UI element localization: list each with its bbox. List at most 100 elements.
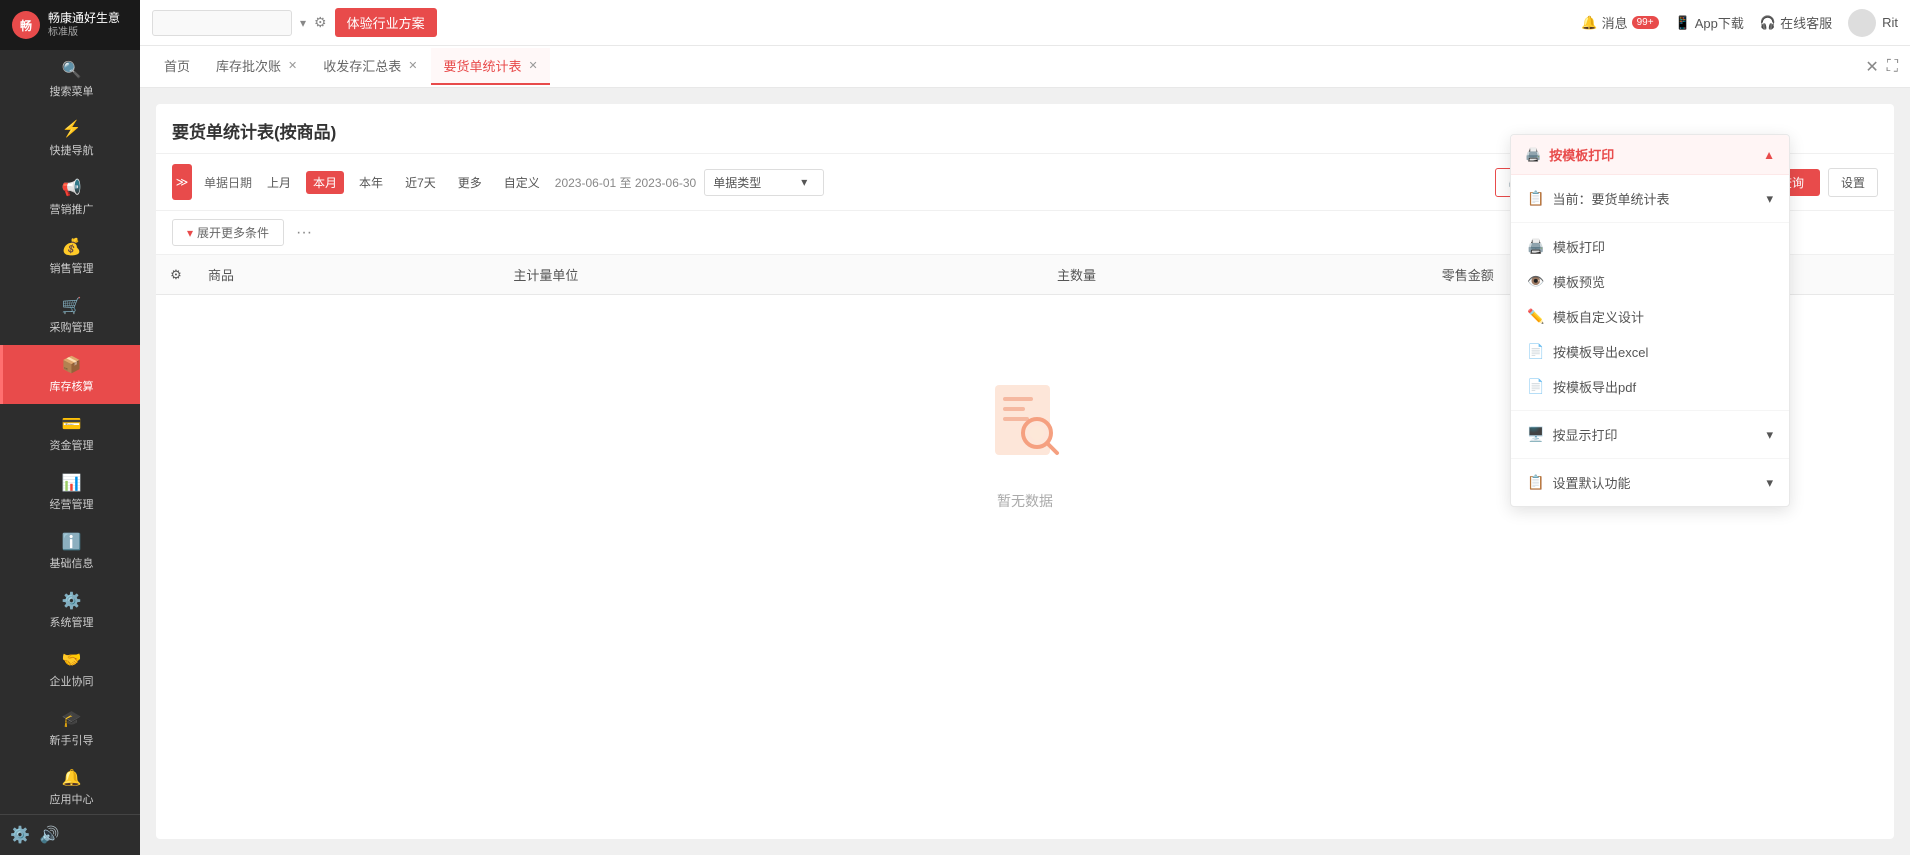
dropdown-arrow-icon[interactable]: ▾ <box>300 16 306 30</box>
box-icon: 📦 <box>62 355 82 375</box>
date-range-display: 2023-06-01 至 2023-06-30 <box>555 174 696 191</box>
tab-inventory-batch-close[interactable]: ✕ <box>288 59 297 72</box>
sidebar-item-quick-nav[interactable]: ⚡ 快捷导航 <box>0 109 140 168</box>
date-btn-this-month[interactable]: 本月 <box>306 171 344 194</box>
tab-receipts-summary[interactable]: 收发存汇总表 ✕ <box>311 48 429 85</box>
display-print-label: 按显示打印 <box>1552 425 1617 444</box>
sidebar-label-app-center: 应用中心 <box>50 791 94 807</box>
tab-home[interactable]: 首页 <box>152 48 202 85</box>
template-preview-label: 模板预览 <box>1553 272 1605 291</box>
sidebar-item-finance[interactable]: 💳 资金管理 <box>0 404 140 463</box>
flash-icon: ⚡ <box>62 119 82 139</box>
tab-receipts-summary-label: 收发存汇总表 <box>323 56 401 75</box>
date-btn-7days[interactable]: 近7天 <box>398 171 443 194</box>
tab-order-stats-close[interactable]: ✕ <box>529 59 538 72</box>
megaphone-icon: 📢 <box>62 178 82 198</box>
sidebar: 畅 畅康通好生意 标准版 🔍 搜索菜单 ⚡ 快捷导航 📢 营销推广 💰 销售管理… <box>0 0 140 855</box>
display-print-arrow-icon: ▾ <box>1766 427 1773 443</box>
settings-button[interactable]: 设置 <box>1828 168 1878 197</box>
dropdown-current-section: 📋 当前：要货单统计表 ▾ <box>1511 175 1789 223</box>
sidebar-item-search[interactable]: 🔍 搜索菜单 <box>0 50 140 109</box>
dropdown-collapse-icon[interactable]: ▲ <box>1763 148 1775 162</box>
tab-receipts-summary-close[interactable]: ✕ <box>408 59 417 72</box>
search-icon: 🔍 <box>62 60 82 80</box>
sidebar-label-enterprise: 企业协同 <box>50 673 94 689</box>
headset-icon: 🎧 <box>1760 15 1776 31</box>
dropdown-header: 🖨️ 按模板打印 ▲ <box>1511 135 1789 175</box>
online-service-button[interactable]: 🎧 在线客服 <box>1760 13 1832 32</box>
sidebar-label-quick-nav: 快捷导航 <box>50 142 94 158</box>
template-pdf-label: 按模板导出pdf <box>1553 377 1636 396</box>
avatar <box>1848 9 1876 37</box>
sidebar-item-sales[interactable]: 💰 销售管理 <box>0 227 140 286</box>
dropdown-template-preview[interactable]: 👁️ 模板预览 <box>1511 264 1789 299</box>
date-btn-more[interactable]: 更多 <box>451 171 489 194</box>
dropdown-template-excel[interactable]: 📄 按模板导出excel <box>1511 334 1789 369</box>
col-settings[interactable]: ⚙ <box>156 255 196 295</box>
online-service-label: 在线客服 <box>1780 13 1832 32</box>
dropdown-template-pdf[interactable]: 📄 按模板导出pdf <box>1511 369 1789 404</box>
dropdown-template-print[interactable]: 🖨️ 模板打印 <box>1511 229 1789 264</box>
app-download-button[interactable]: 📱 App下载 <box>1675 13 1744 32</box>
user-profile-button[interactable]: Rit <box>1848 9 1898 37</box>
notifications-label: 消息 <box>1602 13 1628 32</box>
sidebar-item-inventory[interactable]: 📦 库存核算 <box>0 345 140 404</box>
filter-expand-icon[interactable]: ≫ <box>172 164 192 200</box>
money-icon: 💰 <box>62 237 82 257</box>
date-btn-last-month[interactable]: 上月 <box>260 171 298 194</box>
topbar-search-input[interactable] <box>152 10 292 36</box>
dropdown-display-print-section: 🖥️ 按显示打印 ▾ <box>1511 411 1789 459</box>
app-logo: 畅 畅康通好生意 标准版 <box>0 0 140 50</box>
sidebar-bottom: ⚙️ 🔊 <box>0 814 140 855</box>
notifications-button[interactable]: 🔔 消息 99+ <box>1581 13 1658 32</box>
tab-inventory-batch[interactable]: 库存批次账 ✕ <box>204 48 309 85</box>
date-btn-this-year[interactable]: 本年 <box>352 171 390 194</box>
expand-more-button[interactable]: ▾ 展开更多条件 <box>172 219 284 246</box>
page-content: 要货单统计表(按商品) ≫ 单据日期 上月 本月 本年 近7天 更多 自定义 2… <box>140 88 1910 855</box>
topbar-gear-icon[interactable]: ⚙ <box>314 14 327 31</box>
topbar: ▾ ⚙ 体验行业方案 🔔 消息 99+ 📱 App下载 🎧 在线客服 Rit <box>140 0 1910 46</box>
tab-close-all-button[interactable]: ✕ <box>1865 57 1878 77</box>
sidebar-item-operations[interactable]: 📊 经营管理 <box>0 463 140 522</box>
main-area: ▾ ⚙ 体验行业方案 🔔 消息 99+ 📱 App下载 🎧 在线客服 Rit <box>140 0 1910 855</box>
sidebar-label-marketing: 营销推广 <box>50 201 94 217</box>
template-excel-icon: 📄 <box>1527 343 1543 360</box>
dropdown-printer-icon: 🖨️ <box>1525 147 1541 163</box>
template-print-icon: 🖨️ <box>1527 238 1543 255</box>
dropdown-current-item[interactable]: 📋 当前：要货单统计表 ▾ <box>1511 181 1789 216</box>
more-options-icon[interactable]: ··· <box>296 224 312 242</box>
date-btn-custom[interactable]: 自定义 <box>497 171 547 194</box>
tab-order-stats[interactable]: 要货单统计表 ✕ <box>431 48 549 85</box>
bell-icon: 🔔 <box>62 768 82 788</box>
app-name-block: 畅康通好生意 标准版 <box>48 11 120 40</box>
date-label: 单据日期 <box>204 174 252 191</box>
tab-maximize-button[interactable]: ⛶ <box>1887 58 1898 76</box>
type-select-label: 单据类型 <box>713 174 761 191</box>
sidebar-nav: 🔍 搜索菜单 ⚡ 快捷导航 📢 营销推广 💰 销售管理 🛒 采购管理 📦 库存核… <box>0 50 140 814</box>
tab-home-label: 首页 <box>164 56 190 75</box>
sidebar-item-marketing[interactable]: 📢 营销推广 <box>0 168 140 227</box>
tabs-bar: 首页 库存批次账 ✕ 收发存汇总表 ✕ 要货单统计表 ✕ ✕ ⛶ <box>140 46 1910 88</box>
current-arrow-icon: ▾ <box>1766 191 1773 207</box>
sidebar-item-basic[interactable]: ℹ️ 基础信息 <box>0 522 140 581</box>
sound-bottom-icon[interactable]: 🔊 <box>40 825 60 845</box>
sidebar-item-enterprise[interactable]: 🤝 企业协同 <box>0 640 140 699</box>
handshake-icon: 🤝 <box>62 650 82 670</box>
promo-button[interactable]: 体验行业方案 <box>335 8 437 37</box>
sidebar-item-purchase[interactable]: 🛒 采购管理 <box>0 286 140 345</box>
sidebar-item-system[interactable]: ⚙️ 系统管理 <box>0 581 140 640</box>
dropdown-display-print[interactable]: 🖥️ 按显示打印 ▾ <box>1511 417 1789 452</box>
dropdown-default-func[interactable]: 📋 设置默认功能 ▾ <box>1511 465 1789 500</box>
card-icon: 💳 <box>62 414 82 434</box>
dropdown-header-left: 🖨️ 按模板打印 <box>1525 145 1614 164</box>
chevron-down-icon: ▾ <box>187 226 193 240</box>
type-select[interactable]: 单据类型 ▾ <box>704 169 824 196</box>
sidebar-item-onboarding[interactable]: 🎓 新手引导 <box>0 699 140 758</box>
gear-icon: ⚙️ <box>62 591 82 611</box>
dropdown-template-design[interactable]: ✏️ 模板自定义设计 <box>1511 299 1789 334</box>
settings-bottom-icon[interactable]: ⚙️ <box>10 825 30 845</box>
sidebar-item-app-center[interactable]: 🔔 应用中心 <box>0 758 140 814</box>
sidebar-label-system: 系统管理 <box>50 614 94 630</box>
tab-order-stats-label: 要货单统计表 <box>443 56 521 75</box>
template-excel-label: 按模板导出excel <box>1553 342 1648 361</box>
